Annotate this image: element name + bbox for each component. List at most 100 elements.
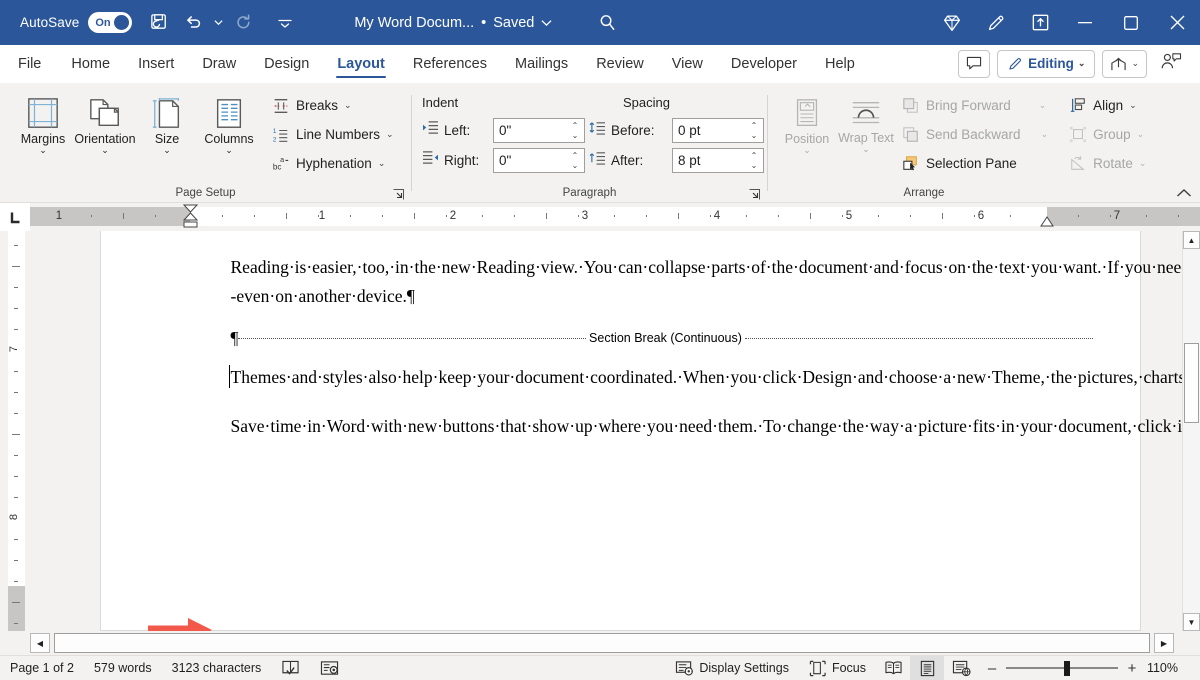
tab-references[interactable]: References	[399, 45, 501, 82]
indent-right-spinner[interactable]: ⌃⌄	[569, 149, 581, 174]
save-icon[interactable]	[142, 7, 176, 39]
breaks-button[interactable]: Breaks ⌄	[266, 91, 399, 120]
chevron-down-icon[interactable]: ⌄	[163, 146, 171, 155]
vertical-scroll-thumb[interactable]	[1184, 343, 1199, 423]
zoom-in-button[interactable]: +	[1126, 660, 1138, 677]
horizontal-ruler[interactable]: 1 1 2 3 4 5 6 7	[30, 203, 1200, 231]
accessibility-checker-icon[interactable]	[310, 656, 349, 680]
chevron-down-icon[interactable]: ⌄	[1137, 129, 1145, 140]
selection-pane-button[interactable]: Selection Pane	[896, 149, 1053, 178]
chevron-down-icon[interactable]: ⌄	[1039, 100, 1047, 111]
tab-draw[interactable]: Draw	[188, 45, 250, 82]
draw-pen-icon[interactable]	[974, 7, 1018, 39]
tab-design[interactable]: Design	[250, 45, 323, 82]
chevron-down-icon[interactable]: ⌄	[39, 146, 47, 155]
collapse-ribbon-chevron-icon[interactable]	[1176, 186, 1192, 201]
customize-quick-access-toolbar-icon[interactable]	[268, 7, 302, 39]
chevron-down-icon[interactable]: ⌄	[1129, 100, 1137, 111]
document-title[interactable]: My Word Docum... • Saved	[354, 15, 552, 31]
tab-help[interactable]: Help	[811, 45, 869, 82]
share-with-people-icon[interactable]	[1154, 52, 1188, 76]
undo-icon[interactable]	[176, 7, 210, 39]
paragraph-dialog-launcher[interactable]	[748, 188, 761, 201]
page-setup-dialog-launcher[interactable]	[392, 188, 405, 201]
size-button[interactable]: Size ⌄	[136, 89, 198, 155]
chevron-down-icon[interactable]: ⌄	[378, 158, 386, 169]
vertical-scrollbar[interactable]: ▲ ▼	[1182, 231, 1200, 631]
share-upload-icon[interactable]	[1018, 7, 1062, 39]
margins-button[interactable]: Margins ⌄	[12, 89, 74, 155]
spacing-before-input[interactable]: 0 pt ⌃⌄	[672, 118, 764, 143]
redo-icon[interactable]	[226, 7, 260, 39]
tab-home[interactable]: Home	[57, 45, 124, 82]
wrap-text-button[interactable]: Wrap Text ⌄	[838, 89, 894, 154]
left-tab-stop-icon[interactable]	[0, 203, 30, 231]
spacing-after-input[interactable]: 8 pt ⌃⌄	[672, 148, 764, 173]
spacing-before-spinner[interactable]: ⌃⌄	[748, 119, 760, 144]
send-backward-button[interactable]: Send Backward ⌄	[896, 120, 1053, 149]
bring-forward-button[interactable]: Bring Forward ⌄	[896, 91, 1053, 120]
zoom-slider-handle[interactable]	[1064, 661, 1070, 676]
align-button[interactable]: Align ⌄	[1063, 91, 1151, 120]
comment-icon[interactable]	[958, 50, 990, 78]
paragraph-2[interactable]: Themes·and·styles·also·help·keep·your·do…	[231, 363, 1093, 392]
web-layout-icon[interactable]	[944, 656, 978, 680]
indent-right-input[interactable]: 0" ⌃⌄	[493, 148, 585, 173]
zoom-out-button[interactable]: –	[986, 660, 998, 677]
tab-mailings[interactable]: Mailings	[501, 45, 582, 82]
hyphenation-button[interactable]: bca Hyphenation ⌄	[266, 149, 399, 178]
chevron-down-icon[interactable]: ⌄	[1041, 129, 1049, 140]
word-count-status[interactable]: 579 words	[84, 656, 162, 680]
paragraph-3[interactable]: Save·time·in·Word·with·new·buttons·that·…	[231, 412, 1093, 441]
chevron-down-icon[interactable]: ⌄	[344, 100, 352, 111]
indent-left-input[interactable]: 0" ⌃⌄	[493, 118, 585, 143]
spacing-after-spinner[interactable]: ⌃⌄	[748, 149, 760, 174]
character-count-status[interactable]: 3123 characters	[162, 656, 272, 680]
right-indent-marker[interactable]	[1040, 216, 1055, 228]
scroll-left-button[interactable]: ◀	[30, 633, 50, 653]
chevron-down-icon[interactable]: ⌄	[1131, 58, 1139, 69]
maximize-button[interactable]	[1108, 0, 1154, 45]
rotate-button[interactable]: Rotate ⌄	[1063, 149, 1151, 178]
columns-button[interactable]: Columns ⌄	[198, 89, 260, 155]
paragraph-1[interactable]: Reading·is·easier,·too,·in·the·new·Readi…	[231, 253, 1093, 311]
copilot-diamond-icon[interactable]	[930, 7, 974, 39]
indent-left-spinner[interactable]: ⌃⌄	[569, 119, 581, 144]
scroll-up-button[interactable]: ▲	[1183, 231, 1200, 249]
scroll-down-button[interactable]: ▼	[1183, 613, 1200, 631]
horizontal-scrollbar[interactable]: ◀ ▶	[0, 631, 1200, 655]
tab-review[interactable]: Review	[582, 45, 658, 82]
close-button[interactable]	[1154, 0, 1200, 45]
group-button[interactable]: Group ⌄	[1063, 120, 1151, 149]
proofing-errors-icon[interactable]	[271, 656, 310, 680]
position-button[interactable]: Position ⌄	[776, 89, 838, 155]
chevron-down-icon[interactable]: ⌄	[1078, 58, 1086, 69]
editing-mode-button[interactable]: Editing ⌄	[997, 50, 1095, 78]
autosave-toggle[interactable]: On	[88, 12, 132, 33]
read-mode-icon[interactable]	[876, 656, 910, 680]
zoom-slider[interactable]	[1006, 656, 1118, 680]
display-settings-button[interactable]: Display Settings	[665, 656, 799, 680]
minimize-button[interactable]	[1062, 0, 1108, 45]
print-layout-icon[interactable]	[910, 656, 944, 680]
horizontal-scroll-thumb[interactable]	[54, 633, 1150, 653]
focus-mode-button[interactable]: Focus	[799, 656, 876, 680]
scroll-right-button[interactable]: ▶	[1154, 633, 1174, 653]
search-icon[interactable]	[585, 0, 629, 45]
chevron-down-icon[interactable]: ⌄	[862, 145, 870, 154]
tab-developer[interactable]: Developer	[717, 45, 811, 82]
undo-dropdown-chevron-icon[interactable]	[210, 7, 226, 39]
chevron-down-icon[interactable]: ⌄	[803, 146, 811, 155]
document-page[interactable]: Reading·is·easier,·too,·in·the·new·Readi…	[100, 231, 1141, 631]
title-chevron-down-icon[interactable]	[541, 19, 552, 27]
vertical-ruler[interactable]: 7 8	[0, 231, 30, 631]
tab-insert[interactable]: Insert	[124, 45, 188, 82]
chevron-down-icon[interactable]: ⌄	[101, 146, 109, 155]
share-button[interactable]: ⌄	[1102, 50, 1147, 78]
tab-view[interactable]: View	[658, 45, 717, 82]
orientation-button[interactable]: Orientation ⌄	[74, 89, 136, 155]
tab-file[interactable]: File	[0, 45, 57, 82]
document-body-text[interactable]: Reading·is·easier,·too,·in·the·new·Readi…	[231, 253, 1093, 457]
zoom-level-label[interactable]: 110%	[1146, 661, 1192, 675]
left-indent-markers[interactable]	[182, 204, 199, 230]
